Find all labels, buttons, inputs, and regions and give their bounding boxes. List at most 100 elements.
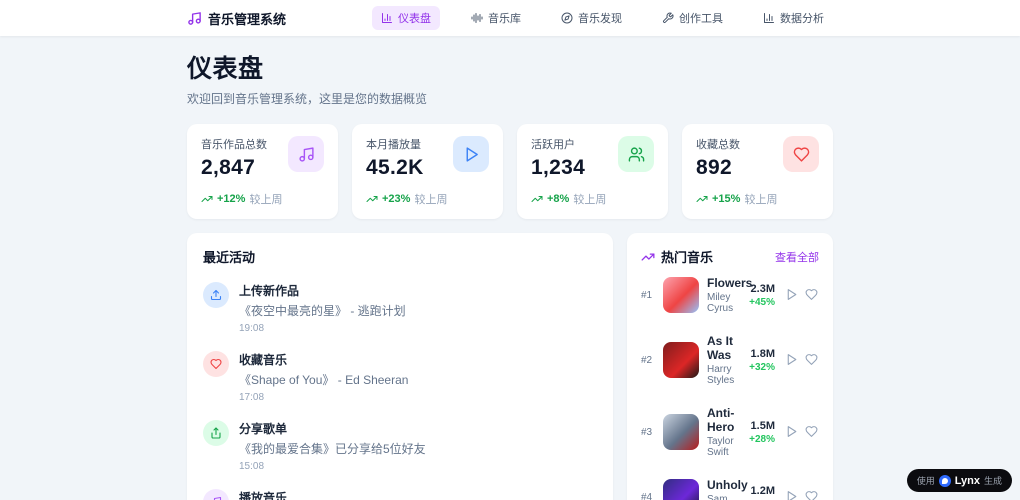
nav-item-dashboard[interactable]: 仪表盘 [372,6,440,30]
brand: 音乐管理系统 [187,9,286,28]
heart-icon[interactable] [805,288,819,302]
lynx-logo-icon [938,474,951,487]
page-title: 仪表盘 [187,55,264,83]
activity-item-favorite[interactable]: 收藏音乐 《Shape of You》 - Ed Sheeran 17:08 [203,343,597,412]
view-all-hot-music-link[interactable]: 查看全部 [775,249,819,265]
trending-up-icon [696,193,708,205]
song-plays: 1.8M [750,347,775,360]
song-row-as-it-was[interactable]: #2 As It Was Harry Styles 1.8M +32% [641,324,819,396]
bar-chart-icon [763,12,775,24]
activity-action: 分享歌单 [239,422,288,436]
trending-up-icon [531,193,543,205]
song-change: +45% [749,296,775,308]
heart-icon[interactable] [805,425,819,439]
heart-icon [783,136,819,172]
activity-item-upload[interactable]: 上传新作品 《夜空中最亮的星》 - 逃跑计划 19:08 [203,274,597,343]
stat-card-total-favorites: 收藏总数 892 +15% 较上周 [682,124,833,219]
stat-card-total-tracks: 音乐作品总数 2,847 +12% 较上周 [187,124,338,219]
song-rank: #2 [641,354,653,366]
heart-icon[interactable] [805,490,819,500]
audio-waves-icon [471,12,483,24]
recent-activity-title: 最近活动 [203,250,256,265]
activity-detail: 《夜空中最亮的星》 - 逃跑计划 [239,304,406,318]
heart-icon [203,351,229,377]
upload-icon [203,282,229,308]
song-row-anti-hero[interactable]: #3 Anti-Hero Taylor Swift 1.5M +28% [641,396,819,468]
nav-item-library[interactable]: 音乐库 [462,6,530,30]
stat-period: 较上周 [744,194,778,206]
stat-label: 收藏总数 [696,139,740,151]
trending-up-icon [366,193,378,205]
stat-period: 较上周 [573,194,607,206]
nav-label: 创作工具 [679,13,723,25]
stat-cards: 音乐作品总数 2,847 +12% 较上周 本月播放量 45.2K +23% 较… [187,124,833,219]
nav-item-analytics[interactable]: 数据分析 [754,6,833,30]
play-icon[interactable] [785,425,799,439]
song-artist: Taylor Swift [707,436,734,458]
music-note-icon [203,489,229,500]
stat-change: +23% [382,193,411,205]
song-artist: Harry Styles [707,364,735,386]
stat-label: 本月播放量 [366,139,421,151]
stat-change: +15% [712,193,741,205]
album-art [663,342,699,378]
activity-time: 15:08 [239,461,265,472]
trending-up-icon [201,193,213,205]
play-icon[interactable] [785,288,799,302]
album-art [663,479,699,500]
brand-name: 音乐管理系统 [208,11,287,27]
song-artist: Miley Cyrus [707,292,734,314]
stat-value: 45.2K [366,156,424,179]
song-title: Flowers [707,276,753,290]
compass-icon [561,12,573,24]
song-rank: #3 [641,426,653,438]
lynx-generated-badge[interactable]: 使用 Lynx 生成 [906,469,1012,492]
play-icon[interactable] [785,490,799,500]
song-change: +28% [749,433,775,445]
heart-icon[interactable] [805,353,819,367]
play-icon[interactable] [785,353,799,367]
nav-item-discover[interactable]: 音乐发现 [552,6,631,30]
song-title: As It Was [707,334,734,362]
activity-time: 17:08 [239,392,265,403]
activity-action: 收藏音乐 [239,353,288,367]
song-row-flowers[interactable]: #1 Flowers Miley Cyrus 2.3M +45% [641,266,819,324]
nav-label: 音乐库 [488,13,521,25]
stat-card-monthly-plays: 本月播放量 45.2K +23% 较上周 [352,124,503,219]
activity-item-play[interactable]: 播放音乐 《Bohemian Rhapsody》 - Queen 13:08 [203,481,597,500]
song-rank: #4 [641,491,653,500]
album-art [663,277,699,313]
song-row-unholy[interactable]: #4 Unholy Sam Smith 1.2M +25% [641,468,819,500]
users-icon [618,136,654,172]
stat-period: 较上周 [249,194,283,206]
activity-action: 上传新作品 [239,284,300,298]
song-plays: 1.2M [750,484,775,497]
stat-card-active-users: 活跃用户 1,234 +8% 较上周 [517,124,668,219]
bar-chart-icon [381,12,393,24]
music-note-icon [288,136,324,172]
activity-time: 19:08 [239,323,265,334]
trending-up-icon [641,250,655,264]
music-note-icon [187,11,202,26]
stat-period: 较上周 [414,194,448,206]
hot-music-title: 热门音乐 [661,250,714,265]
nav-item-create-tools[interactable]: 创作工具 [653,6,732,30]
song-title: Unholy [707,478,748,492]
share-icon [203,420,229,446]
stat-change: +8% [547,193,570,205]
nav-label: 数据分析 [780,13,824,25]
activity-detail: 《我的最爱合集》已分享给5位好友 [239,442,426,456]
song-change: +32% [749,361,775,373]
stat-value: 1,234 [531,156,586,179]
song-plays: 1.5M [750,419,775,432]
hot-music-panel: 热门音乐 查看全部 #1 Flowers Miley Cyrus 2.3M +4… [627,233,833,500]
song-title: Anti-Hero [707,406,735,434]
song-rank: #1 [641,289,653,301]
wrench-icon [662,12,674,24]
stat-change: +12% [217,193,246,205]
stat-label: 音乐作品总数 [201,139,267,151]
page-subtitle: 欢迎回到音乐管理系统，这里是您的数据概览 [187,92,428,106]
activity-item-share[interactable]: 分享歌单 《我的最爱合集》已分享给5位好友 15:08 [203,412,597,481]
main-nav: 仪表盘 音乐库 音乐发现 创作工具 数据分析 [372,6,833,30]
stat-label: 活跃用户 [531,139,575,151]
